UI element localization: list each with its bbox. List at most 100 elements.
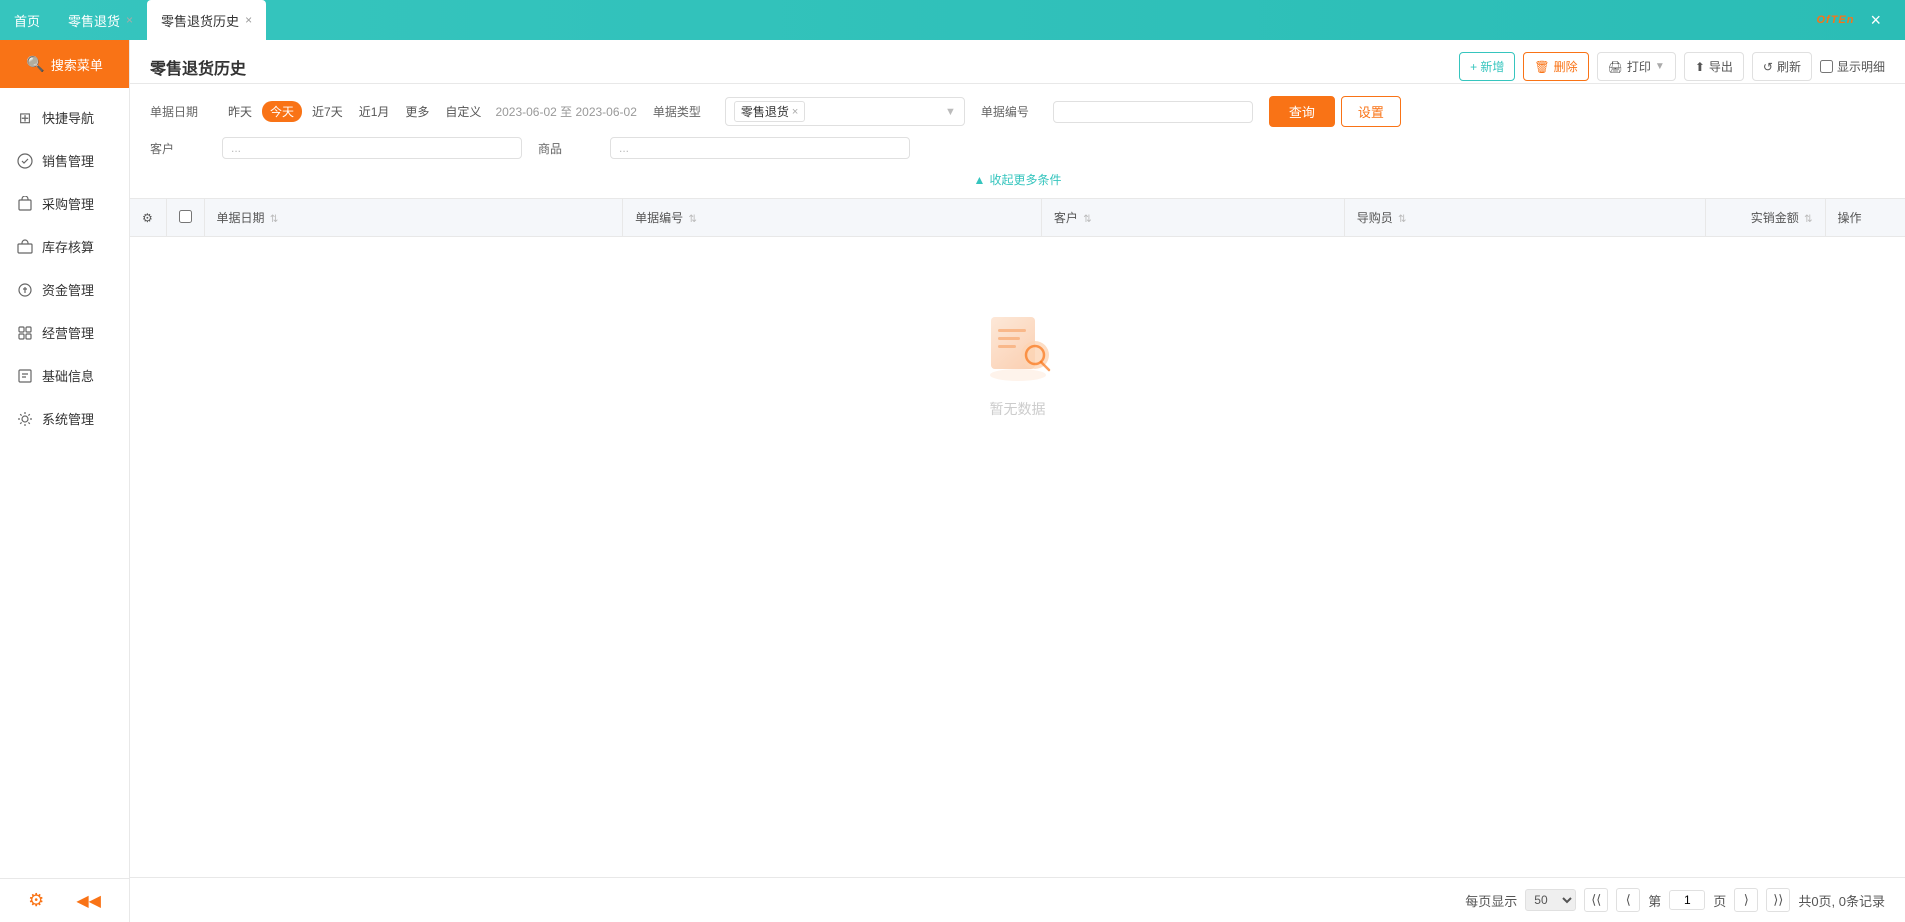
finance-icon: [16, 281, 34, 299]
sidebar-bottom: ⚙ ◀◀: [0, 878, 129, 922]
sidebar-item-label: 快捷导航: [42, 108, 94, 127]
customer-filter-select[interactable]: ...: [222, 137, 522, 159]
refresh-button[interactable]: ↺ 刷新: [1752, 52, 1812, 81]
sidebar-item-operations[interactable]: 经营管理: [0, 311, 129, 354]
th-guide: 导购员 ⇅: [1344, 199, 1705, 237]
date-btn-today[interactable]: 今天: [262, 101, 302, 122]
tab-return[interactable]: 零售退货 ×: [54, 0, 147, 40]
page-unit-label: 页: [1713, 891, 1726, 910]
collapse-bar: ▲ 收起更多条件: [150, 169, 1885, 190]
customer-sort-icon[interactable]: ⇅: [1083, 214, 1091, 225]
filter-settings-button[interactable]: 设置: [1341, 96, 1401, 127]
settings-icon[interactable]: ⚙: [28, 890, 44, 911]
filter-area: 单据日期 昨天 今天 近7天 近1月 更多 自定义 2023-06-02 至 2…: [130, 84, 1905, 199]
customer-filter-placeholder: ...: [231, 141, 241, 155]
th-customer: 客户 ⇅: [1041, 199, 1344, 237]
sales-icon: [16, 152, 34, 170]
sidebar-item-finance[interactable]: 资金管理: [0, 268, 129, 311]
main-layout: 🔍 搜索菜单 ⊞ 快捷导航 销售管理 采购管理: [0, 40, 1905, 922]
sidebar-item-basic-info[interactable]: 基础信息: [0, 354, 129, 397]
date-sort-icon[interactable]: ⇅: [270, 214, 278, 225]
type-tag-close[interactable]: ×: [792, 106, 798, 118]
basic-info-icon: [16, 367, 34, 385]
sidebar-item-inventory[interactable]: 库存核算: [0, 225, 129, 268]
page-number-input[interactable]: [1669, 890, 1705, 910]
sidebar-item-label: 系统管理: [42, 409, 94, 428]
date-btn-custom[interactable]: 自定义: [439, 101, 487, 122]
sidebar-item-sales-mgmt[interactable]: 销售管理: [0, 139, 129, 182]
type-select-arrow-icon: ▼: [945, 106, 956, 118]
empty-row: 暂无数据: [130, 237, 1905, 480]
sidebar-item-label: 销售管理: [42, 151, 94, 170]
window-close-btn[interactable]: ×: [1862, 10, 1889, 31]
sidebar-item-purchase-mgmt[interactable]: 采购管理: [0, 182, 129, 225]
th-action: 操作: [1825, 199, 1905, 237]
type-filter-select[interactable]: 零售退货 × ▼: [725, 97, 965, 126]
goods-filter-select[interactable]: ...: [610, 137, 910, 159]
collapse-icon: ▲: [974, 173, 986, 187]
th-amount: 实销金额 ⇅: [1705, 199, 1825, 237]
date-btn-1month[interactable]: 近1月: [353, 101, 396, 122]
select-all-checkbox[interactable]: [179, 210, 192, 223]
sidebar-item-system-mgmt[interactable]: 系统管理: [0, 397, 129, 440]
print-icon: 🖨: [1608, 60, 1623, 74]
data-table: ⚙ 单据日期 ⇅ 单据编号 ⇅: [130, 199, 1905, 479]
export-button[interactable]: ⬆ 导出: [1684, 52, 1744, 81]
sidebar-item-label: 基础信息: [42, 366, 94, 385]
delete-icon: 🗑: [1534, 60, 1549, 74]
query-button[interactable]: 查询: [1269, 96, 1335, 127]
number-filter-input[interactable]: [1053, 101, 1253, 123]
volume-icon[interactable]: ◀◀: [76, 891, 101, 911]
column-settings-icon[interactable]: ⚙: [142, 211, 153, 225]
sidebar-menu: ⊞ 快捷导航 销售管理 采购管理 库存核算: [0, 88, 129, 878]
action-btns: 查询 设置: [1269, 96, 1401, 127]
print-button[interactable]: 🖨 打印 ▼: [1597, 52, 1676, 81]
delete-button[interactable]: 🗑 🗑 删除 删除: [1523, 52, 1588, 81]
grid-icon: ⊞: [16, 109, 34, 127]
page-title: 零售退货历史: [150, 55, 246, 79]
empty-text: 暂无数据: [990, 399, 1046, 419]
guide-sort-icon[interactable]: ⇅: [1398, 214, 1406, 225]
amount-sort-icon[interactable]: ⇅: [1804, 214, 1812, 225]
tab-home[interactable]: 零售退货历史 首页: [0, 0, 54, 40]
table-header: ⚙ 单据日期 ⇅ 单据编号 ⇅: [130, 199, 1905, 237]
date-btn-7days[interactable]: 近7天: [306, 101, 349, 122]
tab-return-history-close[interactable]: ×: [245, 13, 252, 27]
th-number: 单据编号 ⇅: [623, 199, 1042, 237]
new-button[interactable]: + 新增: [1459, 52, 1515, 81]
prev-page-btn[interactable]: ⟨: [1616, 888, 1640, 912]
tab-return-history[interactable]: 零售退货历史 ×: [147, 0, 266, 40]
page-header: 零售退货历史 + 新增 🗑 🗑 删除 删除 🖨 打印 ▼ ⬆ 导出: [130, 40, 1905, 84]
top-bar: 零售退货历史 首页 零售退货 × 零售退货历史 × OfTEn ×: [0, 0, 1905, 40]
purchase-icon: [16, 195, 34, 213]
date-btn-yesterday[interactable]: 昨天: [222, 101, 258, 122]
refresh-icon: ↺: [1763, 60, 1773, 74]
search-icon: 🔍: [26, 55, 45, 73]
number-sort-icon[interactable]: ⇅: [689, 214, 697, 225]
sidebar: 🔍 搜索菜单 ⊞ 快捷导航 销售管理 采购管理: [0, 40, 130, 922]
export-icon: ⬆: [1695, 60, 1705, 74]
inventory-icon: [16, 238, 34, 256]
sidebar-search-btn[interactable]: 🔍 搜索菜单: [0, 40, 129, 88]
operations-icon: [16, 324, 34, 342]
sidebar-item-label: 经营管理: [42, 323, 94, 342]
often-badge: OfTEn: [1816, 14, 1854, 26]
th-date: 单据日期 ⇅: [204, 199, 623, 237]
sidebar-item-quick-nav[interactable]: ⊞ 快捷导航: [0, 96, 129, 139]
system-icon: [16, 410, 34, 428]
per-page-select[interactable]: 10 20 50 100: [1525, 889, 1576, 911]
last-page-btn[interactable]: ⟩⟩: [1766, 888, 1790, 912]
empty-state: 暂无数据: [130, 237, 1905, 479]
next-page-btn[interactable]: ⟩: [1734, 888, 1758, 912]
table-body: 暂无数据: [130, 237, 1905, 480]
print-dropdown-icon: ▼: [1655, 61, 1665, 72]
type-tag: 零售退货 ×: [734, 101, 805, 122]
show-detail-checkbox[interactable]: [1820, 60, 1833, 73]
show-detail-checkbox-label[interactable]: 显示明细: [1820, 58, 1885, 75]
tab-return-close[interactable]: ×: [126, 13, 133, 27]
date-filter-btns: 昨天 今天 近7天 近1月 更多 自定义 2023-06-02 至 2023-0…: [222, 101, 637, 122]
sidebar-item-label: 资金管理: [42, 280, 94, 299]
collapse-btn[interactable]: ▲ 收起更多条件: [964, 169, 1072, 190]
date-btn-more[interactable]: 更多: [399, 101, 435, 122]
first-page-btn[interactable]: ⟨⟨: [1584, 888, 1608, 912]
